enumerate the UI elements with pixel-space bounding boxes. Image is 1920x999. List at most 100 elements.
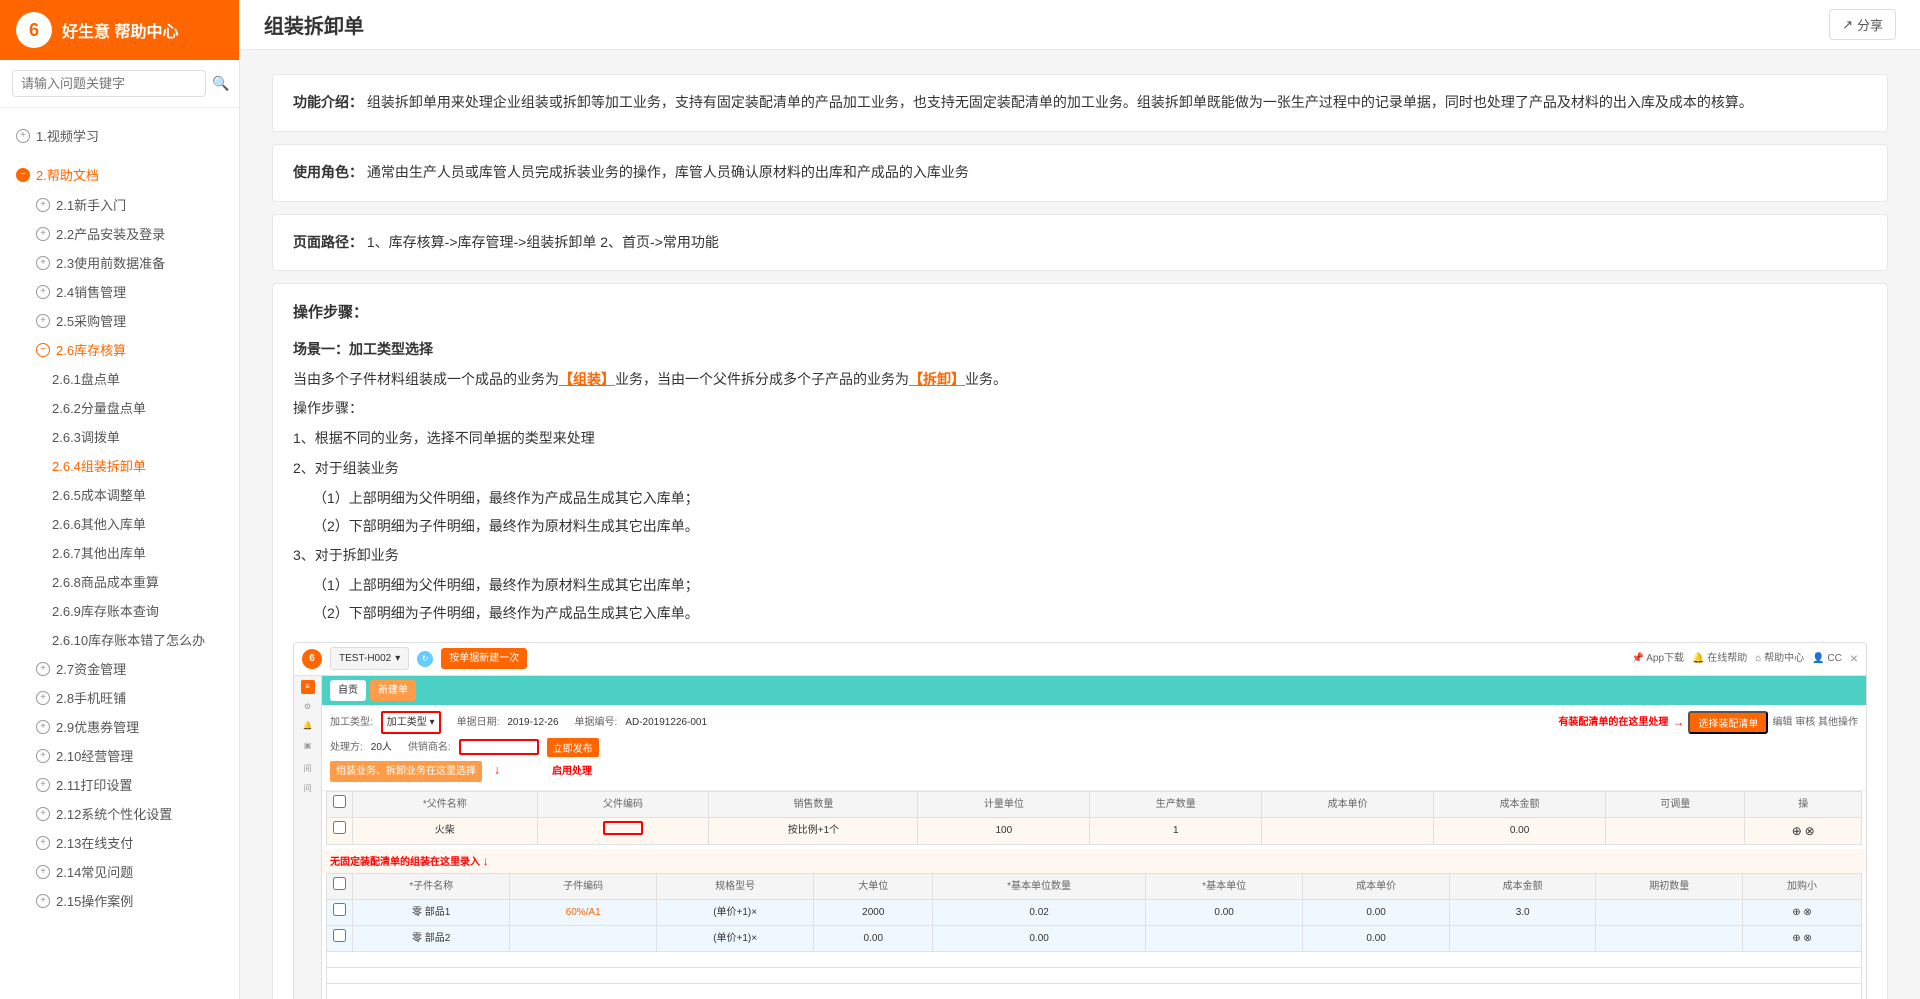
mock-ltd-checkbox1 (327, 900, 353, 926)
sidebar-item-docs[interactable]: − 2.帮助文档 (0, 159, 239, 190)
sidebar-item-faq[interactable]: + 2.14常见问题 (0, 857, 239, 886)
scenario1-label: 场景一：加工类型选择 (293, 338, 1867, 362)
sidebar-item-print[interactable]: + 2.11打印设置 (0, 770, 239, 799)
table-row: 零 部品2 (单价+1)× 0.00 0.00 0.00 (327, 926, 1862, 952)
mock-copy-icon[interactable]: ⊕ (1792, 824, 1802, 838)
mock-ltd-op2: ⊕ ⊗ (1743, 926, 1862, 952)
sidebar-item-finance[interactable]: + 2.7资金管理 (0, 654, 239, 683)
sidebar-item-payment[interactable]: + 2.13在线支付 (0, 828, 239, 857)
mock-sidebar-icon6: 问 (304, 782, 312, 796)
search-icon[interactable]: 🔍 (212, 75, 229, 92)
step1: 1、根据不同的业务，选择不同单据的类型来处理 (293, 427, 1867, 451)
sidebar-item-new-user[interactable]: + 2.1新手入门 (0, 190, 239, 219)
mock-td-cost-price (1262, 817, 1434, 844)
plus-icon-sub: + (36, 720, 50, 734)
mock-td-unit: 100 (918, 817, 1090, 844)
mock-td-checkbox (327, 817, 353, 844)
table-row: 火柴 按比例+1个 100 1 0. (327, 817, 1862, 844)
sidebar-item-customize[interactable]: + 2.12系统个性化设置 (0, 799, 239, 828)
sidebar-item-data-prep[interactable]: + 2.3使用前数据准备 (0, 248, 239, 277)
mock-lth-name: *子件名称 (353, 874, 510, 900)
table-row (327, 984, 1862, 999)
sidebar-item-ledger-error[interactable]: 2.6.10库存账本错了怎么办 (0, 625, 239, 654)
sidebar-item-transfer[interactable]: 2.6.3调拨单 (0, 422, 239, 451)
sidebar-item-ledger[interactable]: 2.6.9库存账本查询 (0, 596, 239, 625)
mock-tab-new[interactable]: 新建单 (370, 680, 416, 701)
sidebar-item-inventory[interactable]: − 2.6库存核算 (0, 335, 239, 364)
mock-upper-table: *父件名称 父件编码 销售数量 计量单位 生产数量 成本单价 成本金额 可调量 (326, 791, 1862, 845)
mock-row-check[interactable] (333, 821, 346, 834)
sidebar-item-partial-check[interactable]: 2.6.2分量盘点单 (0, 393, 239, 422)
sidebar-item-ops[interactable]: + 2.10经营管理 (0, 741, 239, 770)
sidebar-item-other-out[interactable]: 2.6.7其他出库单 (0, 538, 239, 567)
mock-arrow-right: → (1672, 712, 1684, 732)
mock-ltd-camt1: 3.0 (1449, 900, 1596, 926)
scenario1-desc: 当由多个子件材料组装成一个成品的业务为【组装】业务，当由一个父件拆分成多个子产品… (293, 368, 1867, 392)
sidebar-item-assembly[interactable]: 2.6.4组装拆卸单 (0, 451, 239, 480)
mock-doc-type-label: 加工类型: (330, 714, 373, 731)
mock-enable-btn[interactable]: 立即发布 (547, 738, 599, 757)
mock-supplier-input[interactable] (459, 739, 539, 755)
mock-form-row1: 加工类型: 加工类型 ▾ 单据日期: 2019-12-26 单据编号: AD-2… (330, 711, 1858, 734)
sidebar-item-coupon[interactable]: + 2.9优惠券管理 (0, 712, 239, 741)
mock-th-prod-qty: 生产数量 (1090, 791, 1262, 817)
mock-select-bom-btn[interactable]: 选择装配清单 (1688, 711, 1768, 734)
mock-company-name: TEST-H002 (339, 650, 391, 667)
mock-doc-type-select[interactable]: 加工类型 ▾ (381, 711, 441, 734)
plus-icon-sub: + (36, 285, 50, 299)
sidebar-item-cases[interactable]: + 2.15操作案例 (0, 886, 239, 915)
mock-sidebar-icon2: ⚙ (304, 700, 311, 714)
mock-parent-code-input[interactable] (603, 821, 643, 835)
step2-sub2: （2）下部明细为子件明细，最终作为原材料生成其它出库单。 (313, 515, 1867, 539)
mock-main-area: 自贡 新建单 加工类型: 加工类型 ▾ 单据日期: 2019-1 (322, 676, 1866, 999)
mock-sidebar-mini: ≡ ⚙ 🔔 ▣ 间 问 (294, 676, 322, 999)
mock-ltd-baseqty2: 0.00 (933, 926, 1146, 952)
mock-lower-del2[interactable]: ⊗ (1803, 933, 1811, 944)
sidebar-item-inventory-check[interactable]: 2.6.1盘点单 (0, 364, 239, 393)
mock-lth-base-qty: *基本单位数量 (933, 874, 1146, 900)
sidebar-item-mobile[interactable]: + 2.8手机旺铺 (0, 683, 239, 712)
sidebar-item-sales[interactable]: + 2.4销售管理 (0, 277, 239, 306)
mock-th-unit: 计量单位 (918, 791, 1090, 817)
ops-step-label: 操作步骤： (293, 397, 1867, 421)
mock-lower-del1[interactable]: ⊗ (1803, 907, 1811, 918)
content-area: 功能介绍： 组装拆卸单用来处理企业组装或拆卸等加工业务，支持有固定装配清单的产品… (240, 50, 1920, 999)
mock-lth-cost-price: 成本单价 (1303, 874, 1450, 900)
search-box: 🔍 (0, 60, 239, 108)
mock-ltd-cprice1: 0.00 (1303, 900, 1450, 926)
mock-lower-copy1[interactable]: ⊕ (1792, 907, 1800, 918)
sidebar-item-purchase[interactable]: + 2.5采购管理 (0, 306, 239, 335)
mock-upper-table-header-row: *父件名称 父件编码 销售数量 计量单位 生产数量 成本单价 成本金额 可调量 (327, 791, 1862, 817)
mock-close-btn[interactable]: × (1850, 647, 1858, 671)
docs-sub-items: + 2.1新手入门 + 2.2产品安装及登录 + 2.3使用前数据准备 + 2.… (0, 190, 239, 915)
mock-lower-check1[interactable] (333, 903, 346, 916)
sidebar-item-install[interactable]: + 2.2产品安装及登录 (0, 219, 239, 248)
assembly-highlight: 【组装】 (559, 371, 615, 387)
mock-lower-select-all[interactable] (333, 877, 346, 890)
mock-company: TEST-H002 ▾ (330, 647, 409, 670)
mock-ltd-initqty1 (1596, 900, 1743, 926)
search-input[interactable] (12, 70, 206, 97)
mock-th-cost-price: 成本单价 (1262, 791, 1434, 817)
mock-ltd-code1: 60%/A1 (510, 900, 657, 926)
mock-lower-check2[interactable] (333, 929, 346, 942)
sidebar-item-other-in[interactable]: 2.6.6其他入库单 (0, 509, 239, 538)
sidebar-header: 6 好生意 帮助中心 (0, 0, 239, 60)
sidebar-item-cost-adj[interactable]: 2.6.5成本调整单 (0, 480, 239, 509)
mock-new-doc-btn[interactable]: 按单据新建一次 (441, 648, 527, 669)
mock-sidebar-icon4: ▣ (304, 739, 312, 753)
mock-del-icon[interactable]: ⊗ (1805, 824, 1815, 838)
share-button[interactable]: ↗ 分享 (1829, 9, 1896, 40)
mock-td-parent-name: 火柴 (353, 817, 538, 844)
mock-lower-copy2[interactable]: ⊕ (1792, 933, 1800, 944)
mock-ltd-checkbox2 (327, 926, 353, 952)
mock-icon-help: 🔔 在线帮助 (1692, 650, 1747, 667)
sidebar-item-cost-recalc[interactable]: 2.6.8商品成本重算 (0, 567, 239, 596)
mock-select-all[interactable] (333, 795, 346, 808)
mock-tab-zg[interactable]: 自贡 (330, 680, 366, 701)
mock-section-label: 组装业务、拆卸业务在这里选择 (330, 761, 482, 782)
sidebar-item-video[interactable]: + 1.视频学习 (0, 120, 239, 151)
mock-th-op: 操 (1745, 791, 1862, 817)
plus-icon-sub: + (36, 778, 50, 792)
mock-user-avatar: 👤 CC (1812, 650, 1842, 667)
